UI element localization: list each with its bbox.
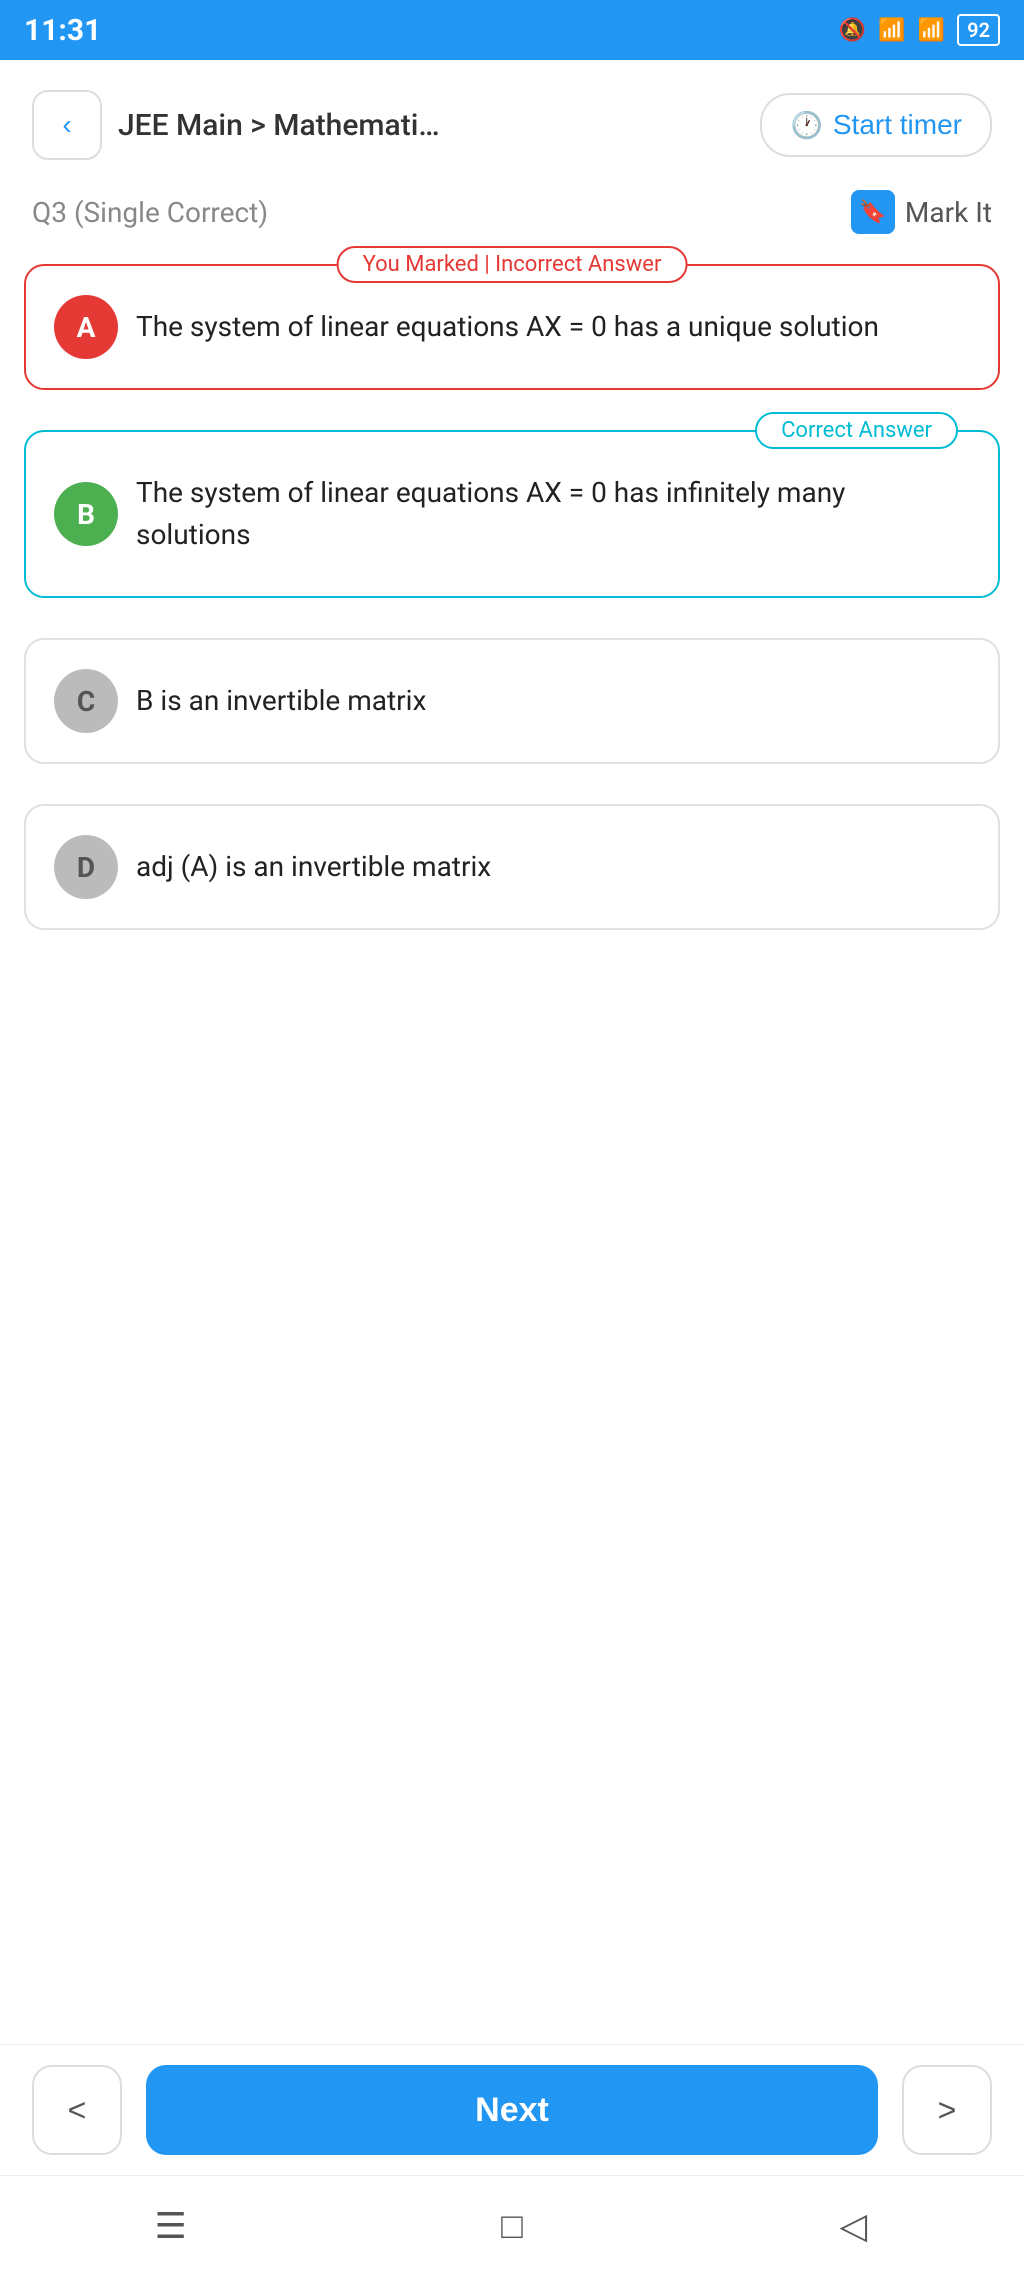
- option-c-card[interactable]: C B is an invertible matrix: [24, 638, 1000, 764]
- option-c-avatar: C: [54, 669, 118, 733]
- back-icon: ◁: [839, 2205, 867, 2247]
- mark-it-button[interactable]: 🔖 Mark It: [851, 190, 992, 234]
- correct-badge: Correct Answer: [755, 412, 958, 449]
- options-container: You Marked | Incorrect Answer A The syst…: [0, 264, 1024, 930]
- next-arrow-button[interactable]: >: [902, 2065, 992, 2155]
- next-button[interactable]: Next: [146, 2065, 878, 2155]
- signal-icon: 📶: [918, 18, 945, 43]
- status-time: 11:31: [24, 13, 101, 48]
- chevron-left-icon: ‹: [62, 109, 71, 141]
- option-c-text: B is an invertible matrix: [136, 680, 966, 722]
- option-b-avatar: B: [54, 482, 118, 546]
- option-a-card[interactable]: You Marked | Incorrect Answer A The syst…: [24, 264, 1000, 390]
- incorrect-badge: You Marked | Incorrect Answer: [337, 246, 688, 283]
- status-bar: 11:31 🔕 📶 📶 92: [0, 0, 1024, 60]
- main-content: ‹ JEE Main > Mathemati… 🕐 Start timer Q3…: [0, 60, 1024, 2275]
- option-b-text: The system of linear equations AX = 0 ha…: [136, 472, 966, 556]
- option-d-text: adj (A) is an invertible matrix: [136, 846, 966, 888]
- timer-label: Start timer: [833, 109, 962, 141]
- start-timer-button[interactable]: 🕐 Start timer: [760, 93, 992, 157]
- bottom-navigation: < Next >: [0, 2044, 1024, 2175]
- mark-it-label: Mark It: [905, 196, 992, 229]
- wifi-icon: 📶: [878, 18, 905, 43]
- chevron-left-icon: <: [68, 2092, 87, 2129]
- status-icons: 🔕 📶 📶 92: [839, 14, 1000, 46]
- nav-left: ‹ JEE Main > Mathemati…: [32, 90, 440, 160]
- option-b-card[interactable]: Correct Answer B The system of linear eq…: [24, 430, 1000, 598]
- home-icon: □: [501, 2205, 523, 2247]
- system-navigation: ☰ □ ◁: [0, 2175, 1024, 2275]
- option-b-label: B: [77, 498, 95, 531]
- option-c-label: C: [77, 685, 95, 718]
- breadcrumb: JEE Main > Mathemati…: [118, 108, 440, 143]
- menu-button[interactable]: ☰: [131, 2186, 211, 2266]
- option-d-card[interactable]: D adj (A) is an invertible matrix: [24, 804, 1000, 930]
- option-d-avatar: D: [54, 835, 118, 899]
- battery-indicator: 92: [957, 14, 1000, 46]
- chevron-right-icon: >: [938, 2092, 957, 2129]
- back-button[interactable]: ‹: [32, 90, 102, 160]
- clock-icon: 🕐: [790, 110, 822, 141]
- nav-header: ‹ JEE Main > Mathemati… 🕐 Start timer: [0, 60, 1024, 180]
- back-system-button[interactable]: ◁: [813, 2186, 893, 2266]
- mute-icon: 🔕: [839, 18, 866, 43]
- bookmark-icon: 🔖: [851, 190, 895, 234]
- hamburger-icon: ☰: [155, 2205, 187, 2247]
- question-label: Q3 (Single Correct): [32, 196, 268, 229]
- option-a-text: The system of linear equations AX = 0 ha…: [136, 306, 966, 348]
- prev-button[interactable]: <: [32, 2065, 122, 2155]
- option-a-avatar: A: [54, 295, 118, 359]
- option-d-label: D: [77, 851, 95, 884]
- option-a-label: A: [77, 311, 96, 344]
- home-button[interactable]: □: [472, 2186, 552, 2266]
